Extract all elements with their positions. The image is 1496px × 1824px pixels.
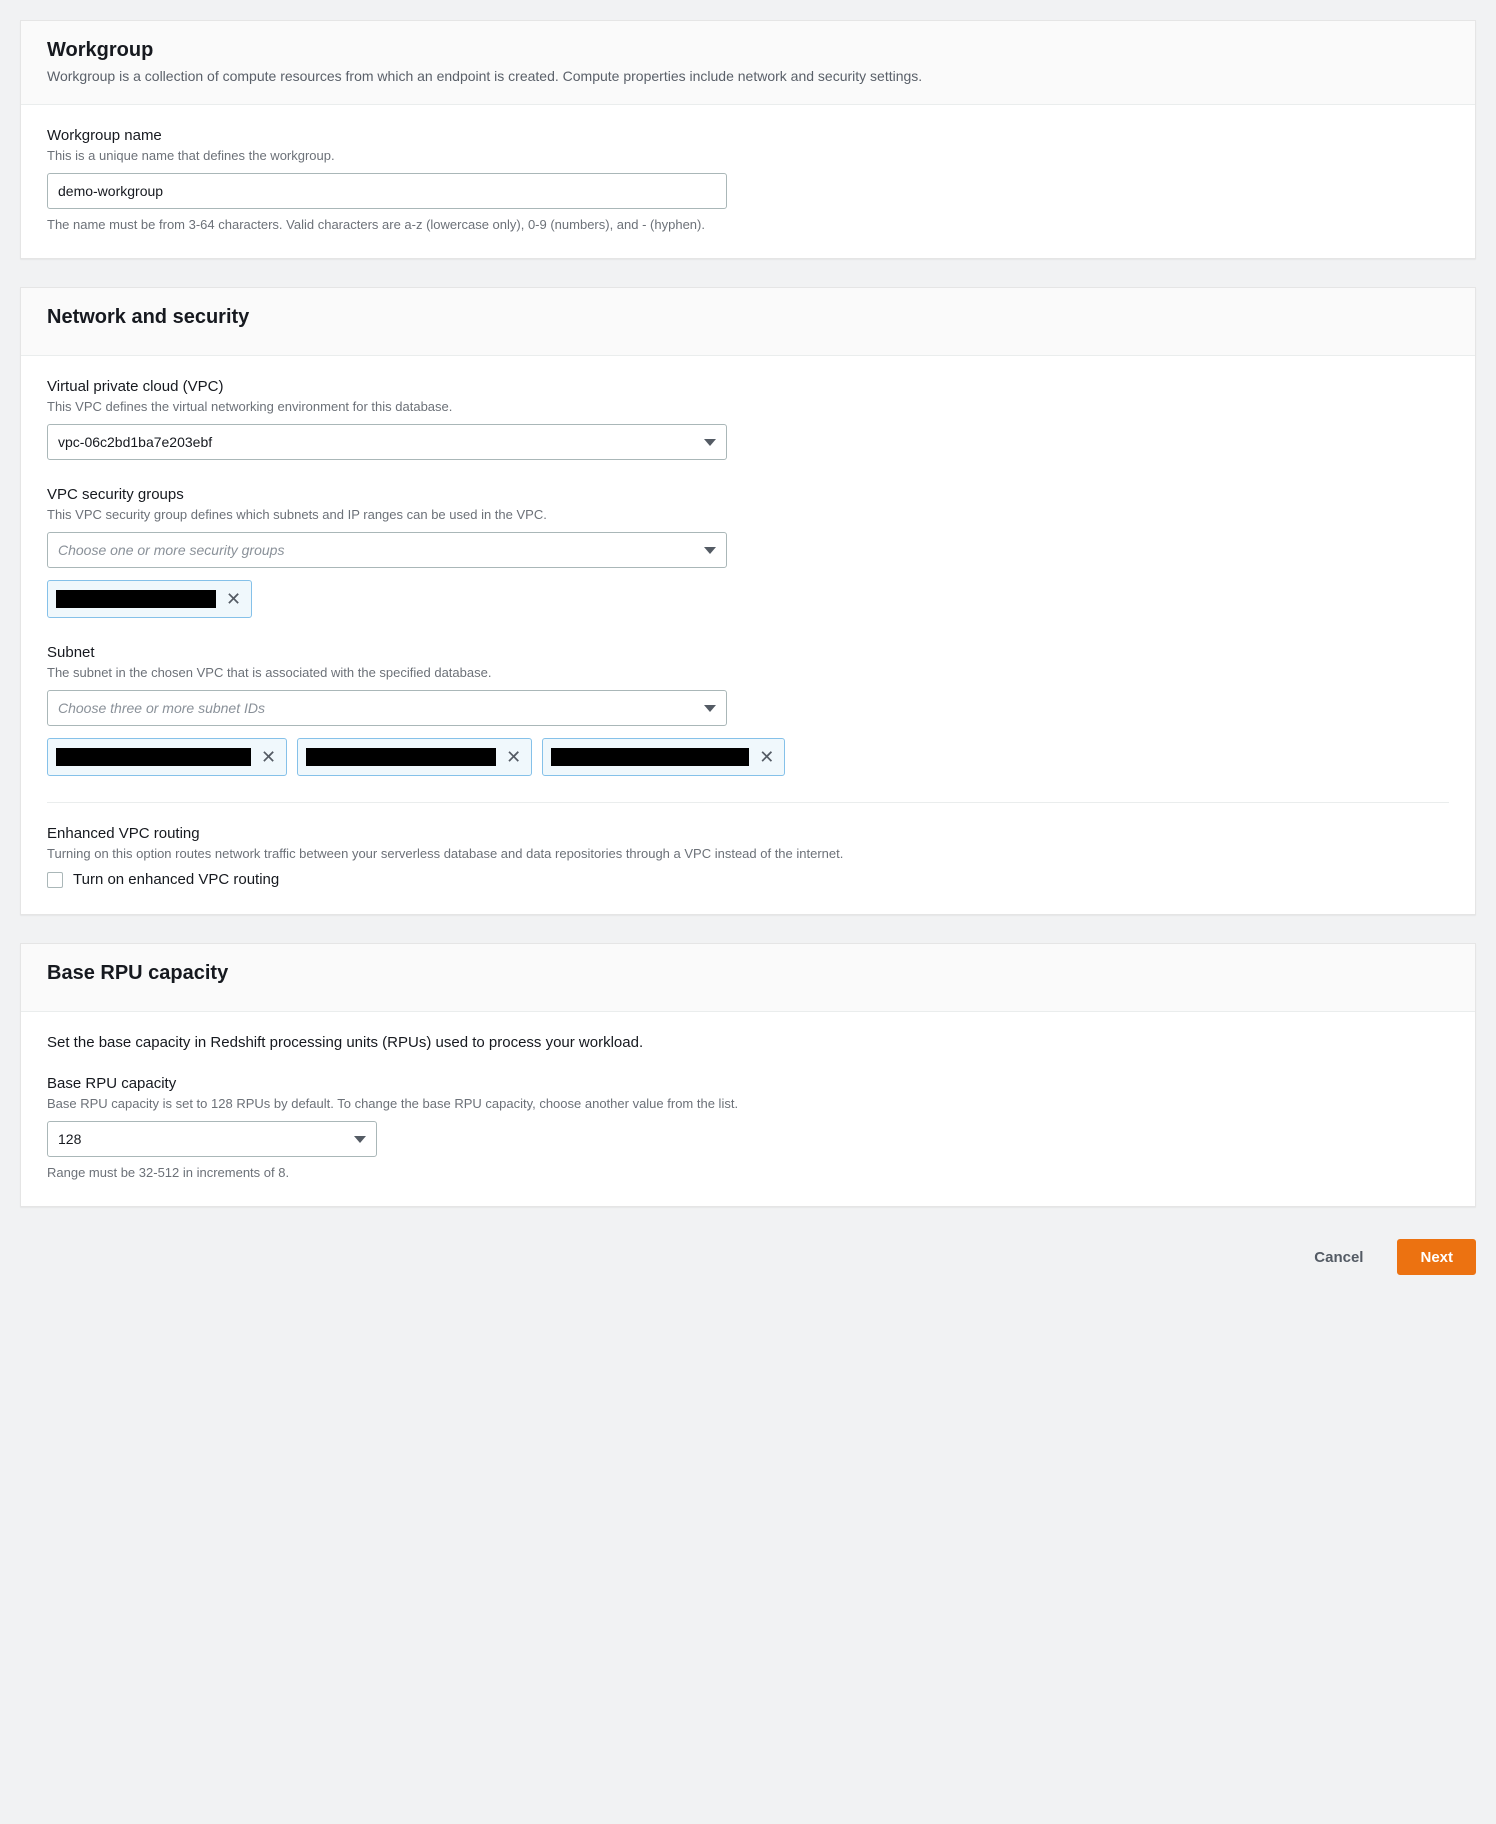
network-body: Virtual private cloud (VPC) This VPC def… — [21, 356, 1475, 914]
subnet-tag: ✕ — [542, 738, 785, 776]
close-icon[interactable]: ✕ — [259, 748, 278, 766]
security-groups-label: VPC security groups — [47, 486, 1449, 503]
network-header: Network and security — [21, 288, 1475, 356]
enhanced-routing-label: Enhanced VPC routing — [47, 825, 1449, 842]
next-button[interactable]: Next — [1397, 1239, 1476, 1275]
workgroup-name-label: Workgroup name — [47, 127, 1449, 144]
rpu-hint: Range must be 32-512 in increments of 8. — [47, 1165, 1449, 1180]
vpc-label: Virtual private cloud (VPC) — [47, 378, 1449, 395]
enhanced-routing-help: Turning on this option routes network tr… — [47, 846, 1449, 861]
chevron-down-icon — [704, 705, 716, 712]
footer-actions: Cancel Next — [20, 1235, 1476, 1275]
subnet-help: The subnet in the chosen VPC that is ass… — [47, 665, 1449, 680]
workgroup-name-help: This is a unique name that defines the w… — [47, 148, 1449, 163]
rpu-header: Base RPU capacity — [21, 944, 1475, 1012]
security-groups-select[interactable]: Choose one or more security groups — [47, 532, 727, 568]
enhanced-routing-checkbox-row[interactable]: Turn on enhanced VPC routing — [47, 871, 1449, 888]
rpu-select[interactable]: 128 — [47, 1121, 377, 1157]
chevron-down-icon — [354, 1136, 366, 1143]
vpc-group: Virtual private cloud (VPC) This VPC def… — [47, 378, 1449, 460]
security-group-tag: ✕ — [47, 580, 252, 618]
workgroup-header: Workgroup Workgroup is a collection of c… — [21, 21, 1475, 105]
subnet-tag-label — [56, 748, 251, 766]
subnet-tag-label — [551, 748, 749, 766]
security-groups-help: This VPC security group defines which su… — [47, 507, 1449, 522]
workgroup-subtitle: Workgroup is a collection of compute res… — [47, 68, 1449, 84]
vpc-value: vpc-06c2bd1ba7e203ebf — [58, 434, 212, 450]
workgroup-name-group: Workgroup name This is a unique name tha… — [47, 127, 1449, 232]
security-groups-placeholder: Choose one or more security groups — [58, 542, 284, 558]
subnet-tag-label — [306, 748, 496, 766]
subnet-placeholder: Choose three or more subnet IDs — [58, 700, 265, 716]
security-groups-tags: ✕ — [47, 580, 1449, 618]
rpu-body: Set the base capacity in Redshift proces… — [21, 1012, 1475, 1206]
section-separator — [47, 802, 1449, 803]
subnet-tag: ✕ — [47, 738, 287, 776]
workgroup-body: Workgroup name This is a unique name tha… — [21, 105, 1475, 258]
close-icon[interactable]: ✕ — [224, 590, 243, 608]
enhanced-routing-group: Enhanced VPC routing Turning on this opt… — [47, 825, 1449, 888]
security-group-tag-label — [56, 590, 216, 608]
rpu-help: Base RPU capacity is set to 128 RPUs by … — [47, 1096, 1449, 1111]
subnet-group: Subnet The subnet in the chosen VPC that… — [47, 644, 1449, 776]
subnet-label: Subnet — [47, 644, 1449, 661]
network-panel: Network and security Virtual private clo… — [20, 287, 1476, 915]
vpc-help: This VPC defines the virtual networking … — [47, 399, 1449, 414]
close-icon[interactable]: ✕ — [757, 748, 776, 766]
chevron-down-icon — [704, 547, 716, 554]
cancel-button[interactable]: Cancel — [1292, 1239, 1385, 1275]
rpu-intro: Set the base capacity in Redshift proces… — [47, 1034, 1449, 1051]
security-groups-group: VPC security groups This VPC security gr… — [47, 486, 1449, 618]
rpu-title: Base RPU capacity — [47, 962, 1449, 985]
rpu-field-group: Base RPU capacity Base RPU capacity is s… — [47, 1075, 1449, 1180]
network-title: Network and security — [47, 306, 1449, 329]
enhanced-routing-checkbox-label: Turn on enhanced VPC routing — [73, 871, 279, 888]
close-icon[interactable]: ✕ — [504, 748, 523, 766]
workgroup-name-hint: The name must be from 3-64 characters. V… — [47, 217, 1449, 232]
subnet-tags: ✕ ✕ ✕ — [47, 738, 1449, 776]
workgroup-panel: Workgroup Workgroup is a collection of c… — [20, 20, 1476, 259]
subnet-select[interactable]: Choose three or more subnet IDs — [47, 690, 727, 726]
workgroup-name-input[interactable] — [47, 173, 727, 209]
rpu-panel: Base RPU capacity Set the base capacity … — [20, 943, 1476, 1207]
chevron-down-icon — [704, 439, 716, 446]
enhanced-routing-checkbox[interactable] — [47, 872, 63, 888]
vpc-select[interactable]: vpc-06c2bd1ba7e203ebf — [47, 424, 727, 460]
rpu-value: 128 — [58, 1131, 81, 1147]
workgroup-title: Workgroup — [47, 39, 1449, 62]
rpu-label: Base RPU capacity — [47, 1075, 1449, 1092]
subnet-tag: ✕ — [297, 738, 532, 776]
